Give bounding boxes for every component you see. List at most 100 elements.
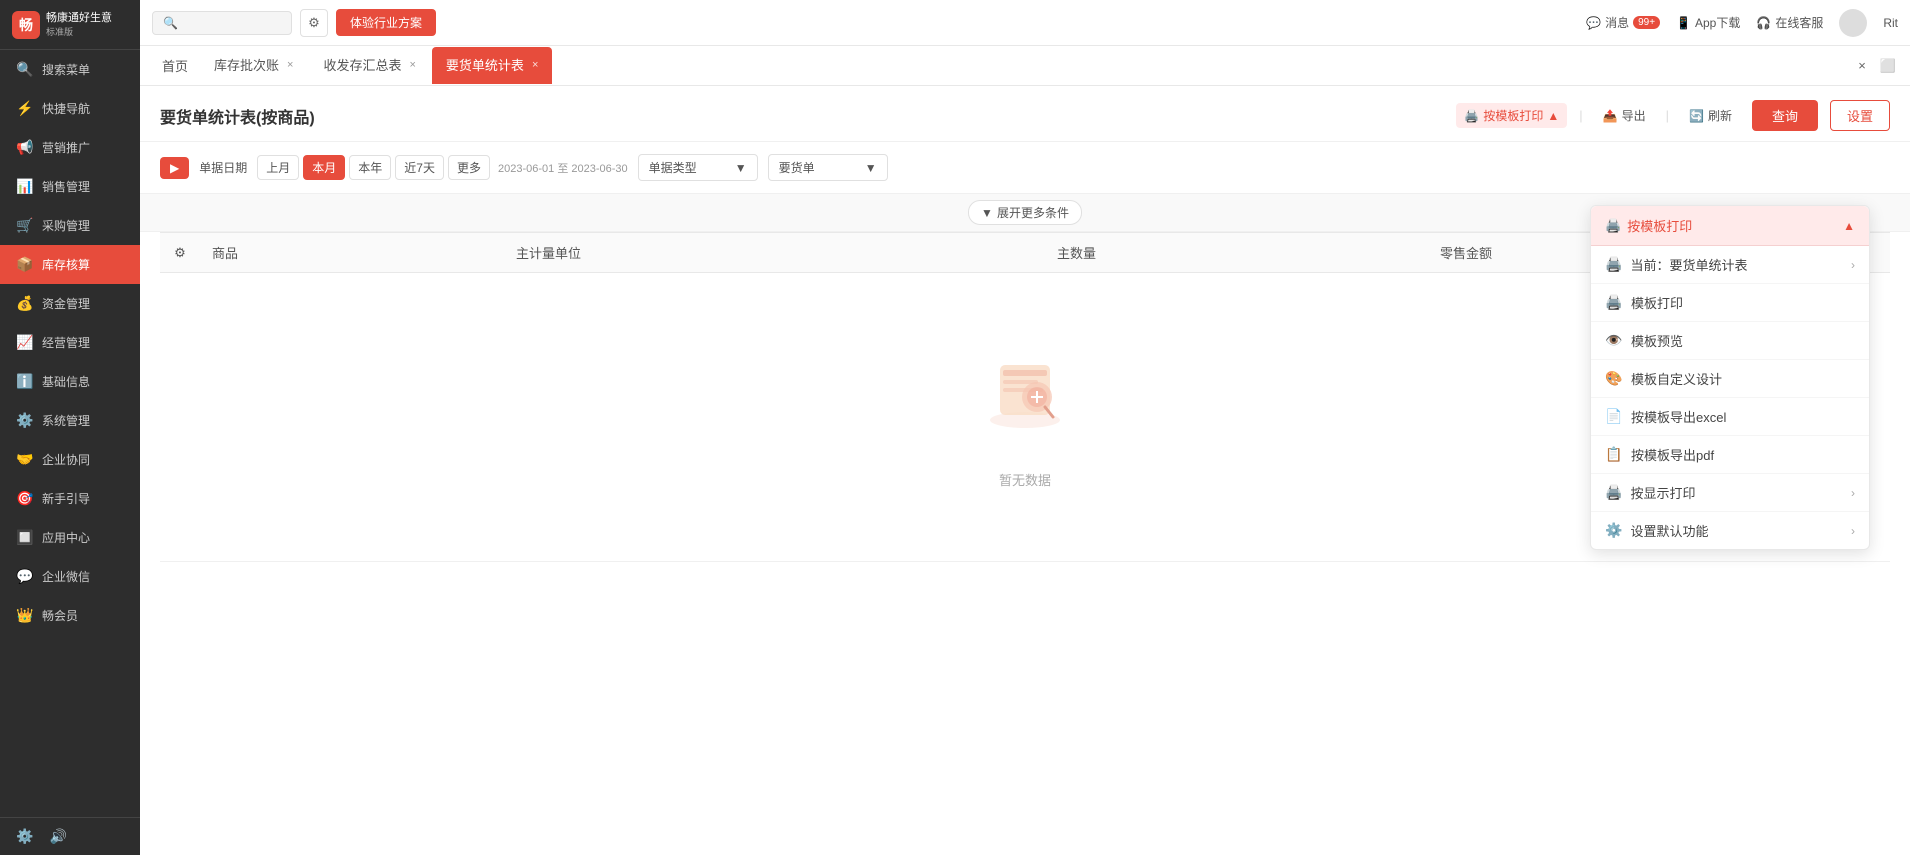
print-template-button[interactable]: 🖨️ 按模板打印 ▲ [1456, 103, 1567, 128]
search-icon: 🔍 [163, 16, 178, 30]
dropdown-header-left: 🖨️ 按模板打印 [1605, 216, 1692, 235]
sidebar-item-basic[interactable]: ℹ️ 基础信息 [0, 362, 140, 401]
tab-batch-account-close[interactable]: × [287, 59, 293, 71]
sidebar-item-operations[interactable]: 📈 经营管理 [0, 323, 140, 362]
sidebar-item-quick-nav[interactable]: ⚡ 快捷导航 [0, 89, 140, 128]
online-service-button[interactable]: 🎧 在线客服 [1756, 14, 1823, 31]
sidebar-item-wechat[interactable]: 💬 企业微信 [0, 557, 140, 596]
date-btn-this-year[interactable]: 本年 [349, 155, 391, 180]
sidebar-item-inventory[interactable]: 📦 库存核算 [0, 245, 140, 284]
header-search-box[interactable]: 🔍 [152, 11, 292, 35]
guide-icon: 🎯 [16, 490, 34, 507]
sound-icon[interactable]: 🔊 [49, 828, 66, 845]
page-title: 要货单统计表(按商品) [160, 104, 315, 128]
date-btn-this-month[interactable]: 本月 [303, 155, 345, 180]
tab-order-summary-close[interactable]: × [532, 59, 538, 71]
header-settings-button[interactable]: ⚙ [300, 9, 328, 37]
dropdown-template-print[interactable]: 🖨️ 模板打印 [1591, 284, 1869, 322]
app-download-icon: 📱 [1676, 16, 1691, 30]
filter-expand-button[interactable]: ▶ [160, 157, 189, 179]
tab-order-summary[interactable]: 要货单统计表 × [432, 47, 552, 84]
table-header-goods: 商品 [200, 233, 504, 273]
online-service-label: 在线客服 [1775, 14, 1823, 31]
avatar[interactable] [1839, 9, 1867, 37]
table-header-unit: 主计量单位 [504, 233, 1045, 273]
filter-bar: ▶ 单据日期 上月 本月 本年 近7天 更多 2023-06-01 至 2023… [140, 142, 1910, 194]
tab-collection-summary[interactable]: 收发存汇总表 × [309, 47, 429, 84]
date-btn-last-month[interactable]: 上月 [257, 155, 299, 180]
refresh-label: 刷新 [1708, 107, 1732, 124]
date-btn-more[interactable]: 更多 [448, 155, 490, 180]
dropdown-up-arrow[interactable]: ▲ [1843, 219, 1855, 233]
dropdown-export-excel[interactable]: 📄 按模板导出excel [1591, 398, 1869, 436]
window-close-button[interactable]: × [1852, 56, 1872, 76]
sidebar-item-finance[interactable]: 💰 资金管理 [0, 284, 140, 323]
sidebar-item-search[interactable]: 🔍 搜索菜单 [0, 50, 140, 89]
app-download-label: App下载 [1695, 14, 1740, 31]
tab-home[interactable]: 首页 [152, 48, 198, 83]
dropdown-template-preview[interactable]: 👁️ 模板预览 [1591, 322, 1869, 360]
dropdown-title: 按模板打印 [1627, 216, 1692, 235]
expand-more-button[interactable]: ▼ 展开更多条件 [968, 200, 1082, 225]
date-btn-7days[interactable]: 近7天 [395, 155, 444, 180]
settings-button[interactable]: 设置 [1830, 100, 1890, 131]
message-button[interactable]: 💬 消息 99+ [1586, 14, 1660, 31]
empty-illustration [975, 345, 1075, 435]
sidebar-item-sales[interactable]: 📊 销售管理 [0, 167, 140, 206]
sidebar-item-collab[interactable]: 🤝 企业协同 [0, 440, 140, 479]
message-label: 消息 [1605, 14, 1629, 31]
empty-icon [975, 345, 1075, 454]
sidebar-item-label: 系统管理 [42, 412, 90, 429]
purchase-icon: 🛒 [16, 217, 34, 234]
message-badge: 99+ [1633, 16, 1660, 29]
default-settings-icon: ⚙️ [1605, 522, 1622, 539]
export-pdf-label: 按模板导出pdf [1631, 445, 1714, 464]
tab-collection-summary-close[interactable]: × [409, 59, 415, 71]
order-type-label: 单据类型 [649, 159, 697, 176]
sidebar-item-label: 企业微信 [42, 568, 90, 585]
default-settings-label: 设置默认功能 [1630, 521, 1708, 540]
print-dropdown-arrow: ▲ [1547, 109, 1559, 123]
goods-filter-select[interactable]: 要货单 ▼ [768, 154, 888, 181]
goods-label: 要货单 [779, 159, 815, 176]
refresh-button[interactable]: 🔄 刷新 [1681, 103, 1740, 128]
dropdown-display-print[interactable]: 🖨️ 按显示打印 › [1591, 474, 1869, 512]
template-preview-icon: 👁️ [1605, 332, 1623, 349]
dropdown-export-pdf[interactable]: 📋 按模板导出pdf [1591, 436, 1869, 474]
refresh-icon: 🔄 [1689, 109, 1704, 123]
query-button[interactable]: 查询 [1752, 100, 1818, 131]
window-maximize-button[interactable]: ⬜ [1878, 56, 1898, 76]
sidebar-item-system[interactable]: ⚙️ 系统管理 [0, 401, 140, 440]
table-header-quantity: 主数量 [1045, 233, 1428, 273]
display-print-icon: 🖨️ [1605, 484, 1622, 501]
tab-batch-account-label: 库存批次账 [214, 55, 279, 74]
sidebar-item-label: 快捷导航 [42, 100, 90, 117]
page-title-bar: 要货单统计表(按商品) 🖨️ 按模板打印 ▲ | 📤 导出 | 🔄 [140, 86, 1910, 142]
print-dropdown: 🖨️ 按模板打印 ▲ 🖨️ 当前：要货单统计表 › [1590, 205, 1870, 550]
wechat-icon: 💬 [16, 568, 34, 585]
table-header-settings[interactable]: ⚙ [160, 233, 200, 273]
export-button[interactable]: 📤 导出 [1595, 103, 1654, 128]
sidebar-item-purchase[interactable]: 🛒 采购管理 [0, 206, 140, 245]
service-icon: 🎧 [1756, 16, 1771, 30]
date-range-text: 2023-06-01 至 2023-06-30 [498, 160, 628, 176]
dropdown-default-settings[interactable]: ⚙️ 设置默认功能 › [1591, 512, 1869, 549]
sidebar-item-member[interactable]: 👑 畅会员 [0, 596, 140, 635]
sidebar-item-guide[interactable]: 🎯 新手引导 [0, 479, 140, 518]
dropdown-template-design[interactable]: 🎨 模板自定义设计 [1591, 360, 1869, 398]
dropdown-current-item[interactable]: 🖨️ 当前：要货单统计表 › [1591, 246, 1869, 284]
order-type-select[interactable]: 单据类型 ▼ [638, 154, 758, 181]
app-center-icon: 🔲 [16, 529, 34, 546]
tab-collection-summary-label: 收发存汇总表 [323, 55, 401, 74]
tab-batch-account[interactable]: 库存批次账 × [200, 47, 307, 84]
expand-down-icon: ▼ [981, 206, 993, 220]
sidebar-item-app-center[interactable]: 🔲 应用中心 [0, 518, 140, 557]
settings-bottom-icon[interactable]: ⚙️ [16, 828, 33, 845]
template-print-icon: 🖨️ [1605, 294, 1623, 311]
trial-button[interactable]: 体验行业方案 [336, 9, 436, 36]
sidebar-item-label: 应用中心 [42, 529, 90, 546]
sidebar-item-marketing[interactable]: 📢 营销推广 [0, 128, 140, 167]
top-header: 🔍 ⚙ 体验行业方案 💬 消息 99+ 📱 App下载 🎧 在线客服 Rit [140, 0, 1910, 46]
sidebar-nav: ⚡ 快捷导航 📢 营销推广 📊 销售管理 🛒 采购管理 📦 库存核算 💰 资金管… [0, 89, 140, 817]
app-download-button[interactable]: 📱 App下载 [1676, 14, 1740, 31]
